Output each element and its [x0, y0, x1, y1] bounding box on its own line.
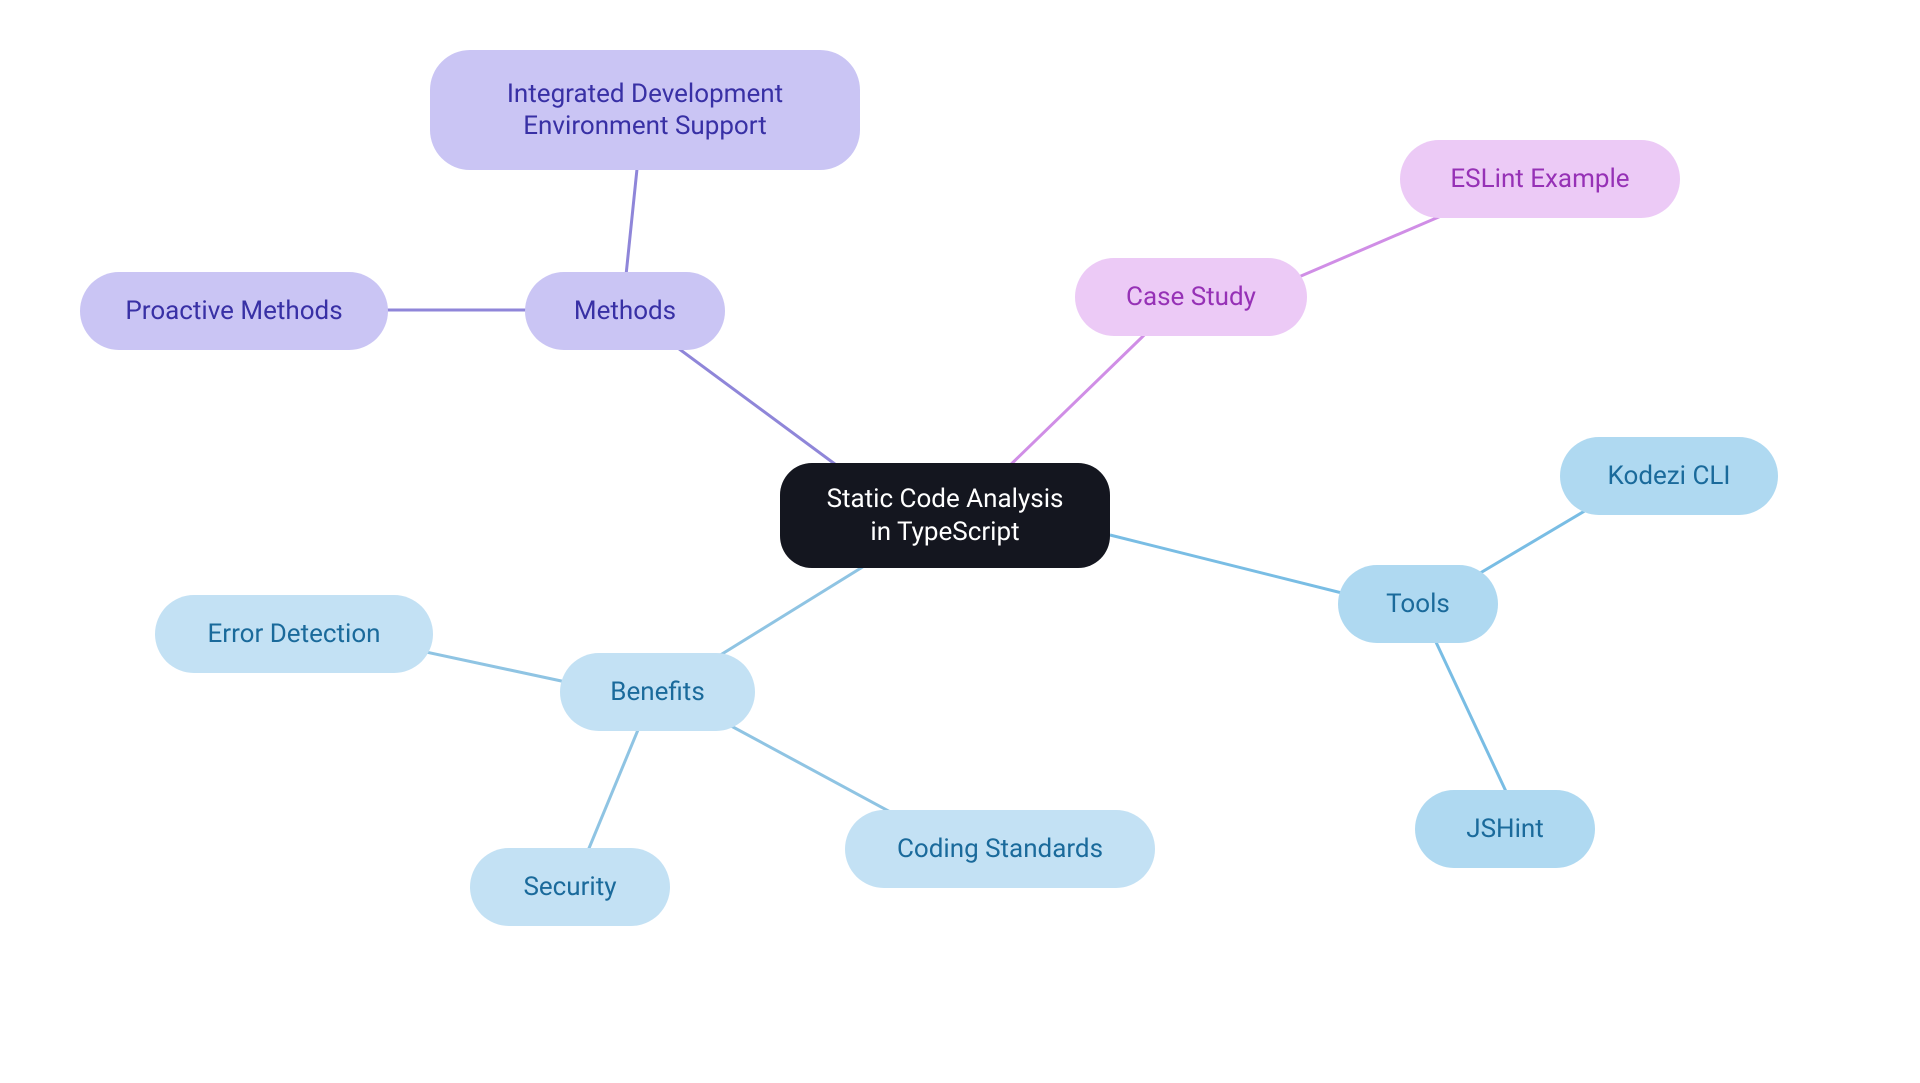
edge-tools-jshint: [1435, 640, 1510, 800]
case-eslint-node[interactable]: ESLint Example: [1400, 140, 1680, 218]
benefits-standards-node[interactable]: Coding Standards: [845, 810, 1155, 888]
center-node[interactable]: Static Code Analysis in TypeScript: [780, 463, 1110, 568]
methods-proactive-node[interactable]: Proactive Methods: [80, 272, 388, 350]
benefits-security-node[interactable]: Security: [470, 848, 670, 926]
benefits-error-label: Error Detection: [208, 618, 381, 651]
benefits-standards-label: Coding Standards: [897, 833, 1103, 866]
tools-jshint-node[interactable]: JSHint: [1415, 790, 1595, 868]
edge-center-tools: [1110, 535, 1370, 600]
benefits-label: Benefits: [610, 676, 704, 709]
tools-node[interactable]: Tools: [1338, 565, 1498, 643]
case-eslint-label: ESLint Example: [1450, 163, 1629, 196]
methods-proactive-label: Proactive Methods: [125, 295, 342, 328]
benefits-error-node[interactable]: Error Detection: [155, 595, 433, 673]
methods-ide-node[interactable]: Integrated Development Environment Suppo…: [430, 50, 860, 170]
methods-node[interactable]: Methods: [525, 272, 725, 350]
case-study-label: Case Study: [1126, 281, 1256, 314]
benefits-node[interactable]: Benefits: [560, 653, 755, 731]
mindmap-canvas: Static Code Analysis in TypeScript Metho…: [0, 0, 1920, 1083]
tools-kodezi-label: Kodezi CLI: [1608, 460, 1731, 493]
tools-kodezi-node[interactable]: Kodezi CLI: [1560, 437, 1778, 515]
benefits-security-label: Security: [523, 871, 616, 904]
tools-jshint-label: JSHint: [1466, 813, 1544, 846]
tools-label: Tools: [1386, 588, 1450, 621]
methods-label: Methods: [574, 295, 676, 328]
case-study-node[interactable]: Case Study: [1075, 258, 1307, 336]
methods-ide-label: Integrated Development Environment Suppo…: [464, 78, 826, 143]
center-label: Static Code Analysis in TypeScript: [814, 483, 1076, 548]
